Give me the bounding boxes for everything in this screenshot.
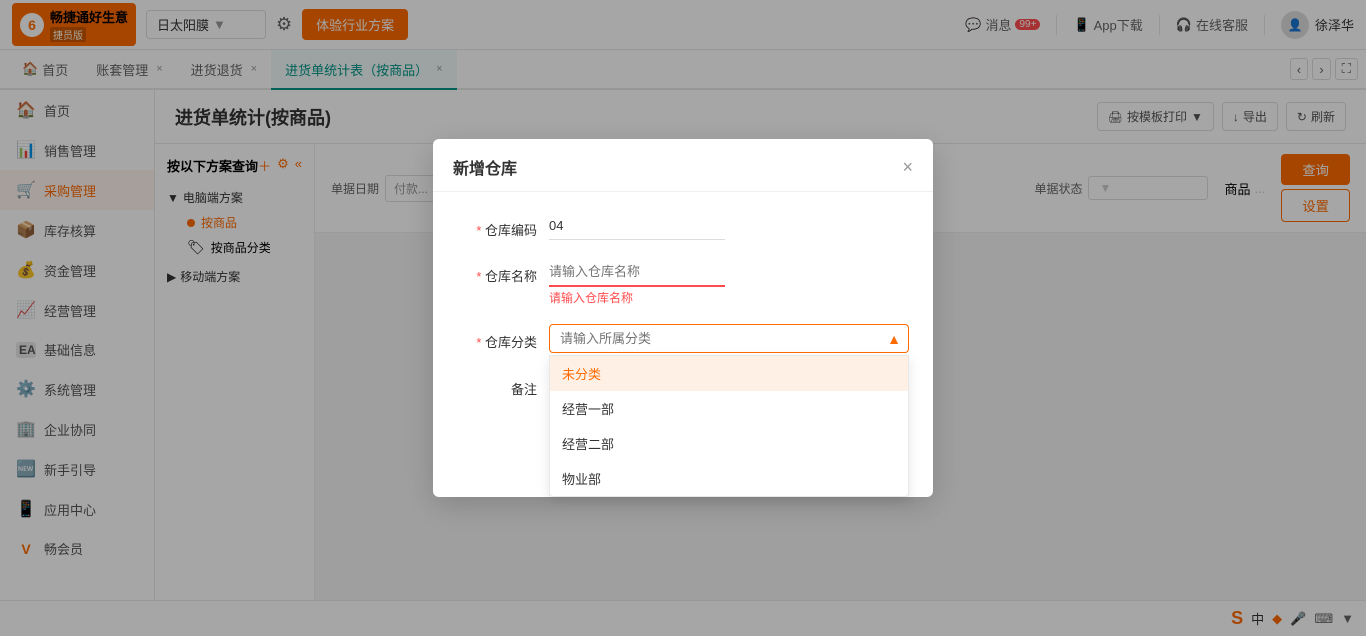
code-input[interactable] [549, 212, 725, 240]
code-row: 仓库编码 [457, 212, 909, 240]
code-field [549, 212, 909, 240]
dropdown-item-dept2[interactable]: 经营二部 [550, 426, 908, 461]
modal-title: 新增仓库 [453, 155, 517, 179]
modal-close-button[interactable]: × [902, 157, 913, 178]
modal-overlay: 新增仓库 × 仓库编码 仓库名称 请输入仓库名称 仓库分类 [0, 0, 1366, 636]
dropdown-item-dept3[interactable]: 物业部 [550, 461, 908, 496]
name-error-hint: 请输入仓库名称 [549, 289, 909, 306]
category-row: 仓库分类 ▲ 未分类 经营一部 经营二部 物业部 [457, 324, 909, 353]
category-dropdown: 未分类 经营一部 经营二部 物业部 [549, 355, 909, 497]
name-label: 仓库名称 [457, 258, 537, 285]
dropdown-item-uncategorized[interactable]: 未分类 [550, 356, 908, 391]
modal-header: 新增仓库 × [433, 139, 933, 192]
name-input[interactable] [549, 258, 725, 287]
category-label: 仓库分类 [457, 324, 537, 351]
category-field: ▲ 未分类 经营一部 经营二部 物业部 [549, 324, 909, 353]
new-warehouse-modal: 新增仓库 × 仓库编码 仓库名称 请输入仓库名称 仓库分类 [433, 139, 933, 497]
dropdown-item-dept1[interactable]: 经营一部 [550, 391, 908, 426]
name-field: 请输入仓库名称 [549, 258, 909, 306]
name-row: 仓库名称 请输入仓库名称 [457, 258, 909, 306]
modal-body: 仓库编码 仓库名称 请输入仓库名称 仓库分类 ▲ [433, 192, 933, 433]
remark-label: 备注 [457, 371, 537, 398]
code-label: 仓库编码 [457, 212, 537, 239]
category-input[interactable] [549, 324, 909, 353]
